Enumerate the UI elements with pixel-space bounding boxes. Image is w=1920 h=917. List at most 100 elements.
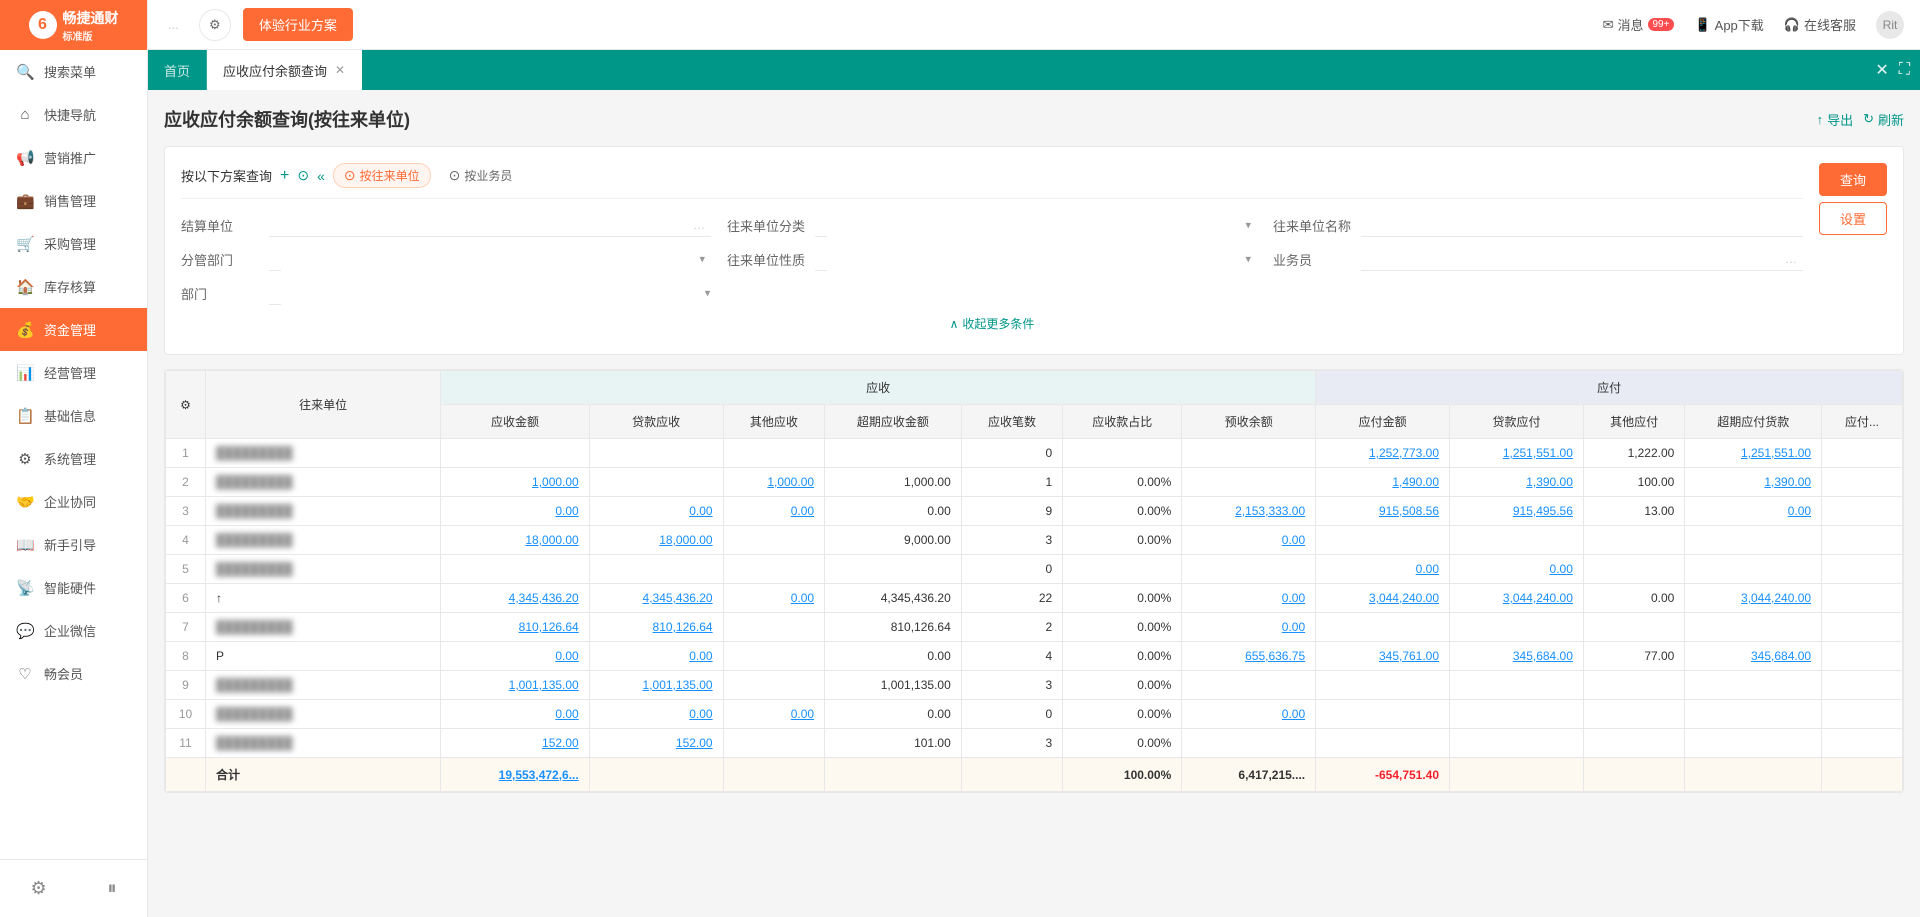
table-cell (589, 555, 723, 584)
tab-close-icon[interactable]: ✕ (335, 63, 345, 77)
sidebar-item-finance[interactable]: 💰 资金管理 (0, 308, 147, 351)
collapse-btn[interactable]: ∧ 收起更多条件 (950, 315, 1035, 332)
sidebar-item-system[interactable]: ⚙ 系统管理 (0, 437, 147, 480)
table-cell[interactable]: 0.00 (1182, 613, 1316, 642)
add-scheme-btn[interactable]: + (280, 167, 289, 185)
salesperson-input-wrap[interactable]: … (1361, 247, 1803, 271)
table-cell[interactable]: 18,000.00 (589, 526, 723, 555)
table-row: 9█████████1,001,135.001,001,135.001,001,… (166, 671, 1903, 700)
table-cell[interactable]: 915,495.56 (1450, 497, 1584, 526)
table-cell[interactable]: 0.00 (441, 497, 590, 526)
footer-ar-overdue (825, 758, 962, 792)
salesperson-field[interactable] (1361, 247, 1803, 271)
query-btn[interactable]: 查询 (1819, 163, 1887, 196)
table-cell[interactable]: 0.00 (589, 700, 723, 729)
table-cell[interactable]: 152.00 (589, 729, 723, 758)
prev-scheme-btn[interactable]: « (317, 168, 325, 184)
footer-ar-amount[interactable]: 19,553,472,6... (441, 758, 590, 792)
table-cell[interactable]: 345,684.00 (1685, 642, 1822, 671)
partner-name-field[interactable] (1361, 213, 1803, 237)
sidebar-item-inventory[interactable]: 🏠 库存核算 (0, 265, 147, 308)
table-cell[interactable]: 0.00 (441, 700, 590, 729)
partner-category-select[interactable] (815, 213, 827, 237)
table-cell[interactable]: 18,000.00 (441, 526, 590, 555)
table-cell[interactable]: 4,345,436.20 (589, 584, 723, 613)
table-settings-icon[interactable]: ⚙ (180, 398, 191, 412)
nature-select[interactable] (815, 247, 827, 271)
table-cell[interactable]: 345,761.00 (1316, 642, 1450, 671)
tab-ar-query[interactable]: 应收应付余额查询 ✕ (207, 50, 362, 90)
table-cell[interactable]: 0.00 (441, 642, 590, 671)
table-cell[interactable]: 1,251,551.00 (1450, 439, 1584, 468)
table-cell[interactable]: 1,000.00 (441, 468, 590, 497)
app-download-btn[interactable]: 📱 App下载 (1694, 15, 1763, 34)
sidebar-item-collab[interactable]: 🤝 企业协同 (0, 480, 147, 523)
table-cell[interactable]: 152.00 (441, 729, 590, 758)
settlement-unit-field[interactable] (269, 213, 711, 237)
sidebar-item-management[interactable]: 📊 经营管理 (0, 351, 147, 394)
settings-btn[interactable]: 设置 (1819, 202, 1887, 235)
sidebar-item-marketing[interactable]: 📢 营销推广 (0, 136, 147, 179)
subdept-select[interactable] (269, 281, 281, 305)
table-cell[interactable]: 0.00 (589, 642, 723, 671)
table-cell[interactable]: 345,684.00 (1450, 642, 1584, 671)
table-cell[interactable]: 1,390.00 (1685, 468, 1822, 497)
maximize-btn[interactable]: ⛶ (1899, 61, 1910, 79)
table-cell[interactable]: 2,153,333.00 (1182, 497, 1316, 526)
sidebar-item-search[interactable]: 🔍 搜索菜单 (0, 50, 147, 93)
table-cell[interactable]: 3,044,240.00 (1450, 584, 1584, 613)
table-ap-group: 应付 (1316, 371, 1903, 405)
tab-home[interactable]: 首页 (148, 50, 207, 90)
sidebar-item-wechat[interactable]: 💬 企业微信 (0, 609, 147, 652)
table-cell[interactable]: 0.00 (723, 497, 824, 526)
table-cell[interactable]: 810,126.64 (589, 613, 723, 642)
sidebar-item-basic[interactable]: 📋 基础信息 (0, 394, 147, 437)
online-service-btn[interactable]: 🎧 在线客服 (1784, 15, 1856, 34)
table-cell[interactable]: 0.00 (589, 497, 723, 526)
refresh-btn[interactable]: ↻ 刷新 (1863, 110, 1904, 129)
sidebar-bottom: ⚙ ⏸ (0, 859, 147, 917)
table-cell[interactable]: 1,390.00 (1450, 468, 1584, 497)
edit-scheme-btn[interactable]: ⊙ (297, 167, 309, 184)
table-cell[interactable]: 0.00 (1685, 497, 1822, 526)
table-cell[interactable]: 0.00 (723, 584, 824, 613)
trial-btn[interactable]: 体验行业方案 (243, 8, 353, 41)
table-cell: 0.00 (825, 700, 962, 729)
table-cell[interactable]: 3,044,240.00 (1316, 584, 1450, 613)
settings-bottom-btn[interactable]: ⚙ (18, 870, 58, 907)
sidebar-item-member[interactable]: ♡ 畅会员 (0, 652, 147, 695)
sidebar-item-quicknav[interactable]: ⌂ 快捷导航 (0, 93, 147, 136)
sidebar-item-sales[interactable]: 💼 销售管理 (0, 179, 147, 222)
table-cell[interactable]: 655,636.75 (1182, 642, 1316, 671)
table-cell[interactable]: 0.00 (1182, 700, 1316, 729)
scheme-tag-salesperson[interactable]: ⊙ 按业务员 (439, 164, 523, 187)
dept-select[interactable] (269, 247, 281, 271)
table-cell[interactable]: 0.00 (1316, 555, 1450, 584)
sidebar-item-purchase[interactable]: 🛒 采购管理 (0, 222, 147, 265)
table-cell[interactable]: 1,251,551.00 (1685, 439, 1822, 468)
settings-gear-btn[interactable]: ⚙ (199, 9, 231, 41)
table-cell[interactable]: 4,345,436.20 (441, 584, 590, 613)
table-cell[interactable]: 1,490.00 (1316, 468, 1450, 497)
table-cell[interactable]: 0.00 (723, 700, 824, 729)
export-btn[interactable]: ↑ 导出 (1817, 110, 1854, 129)
table-cell[interactable]: 3,044,240.00 (1685, 584, 1822, 613)
table-cell[interactable]: 915,508.56 (1316, 497, 1450, 526)
collapse-sidebar-btn[interactable]: ⏸ (96, 870, 129, 907)
sidebar-item-guide[interactable]: 📖 新手引导 (0, 523, 147, 566)
col-ar-ratio: 应收款占比 (1063, 405, 1182, 439)
table-cell[interactable]: 1,001,135.00 (441, 671, 590, 700)
table-cell[interactable]: 1,252,773.00 (1316, 439, 1450, 468)
messages-btn[interactable]: ✉ 消息 99+ (1603, 15, 1675, 34)
table-cell[interactable]: 810,126.64 (441, 613, 590, 642)
scheme-tag-partner[interactable]: ⊙ 按往来单位 (333, 163, 431, 188)
table-cell[interactable]: 1,001,135.00 (589, 671, 723, 700)
table-cell[interactable]: 1,000.00 (723, 468, 824, 497)
table-cell[interactable]: 0.00 (1450, 555, 1584, 584)
table-cell[interactable]: 0.00 (1182, 526, 1316, 555)
user-info[interactable]: Rit (1876, 11, 1904, 39)
sidebar-item-hardware[interactable]: 📡 智能硬件 (0, 566, 147, 609)
close-window-btn[interactable]: ✕ (1875, 60, 1888, 80)
table-cell[interactable]: 0.00 (1182, 584, 1316, 613)
settlement-unit-input[interactable]: … (269, 213, 711, 237)
